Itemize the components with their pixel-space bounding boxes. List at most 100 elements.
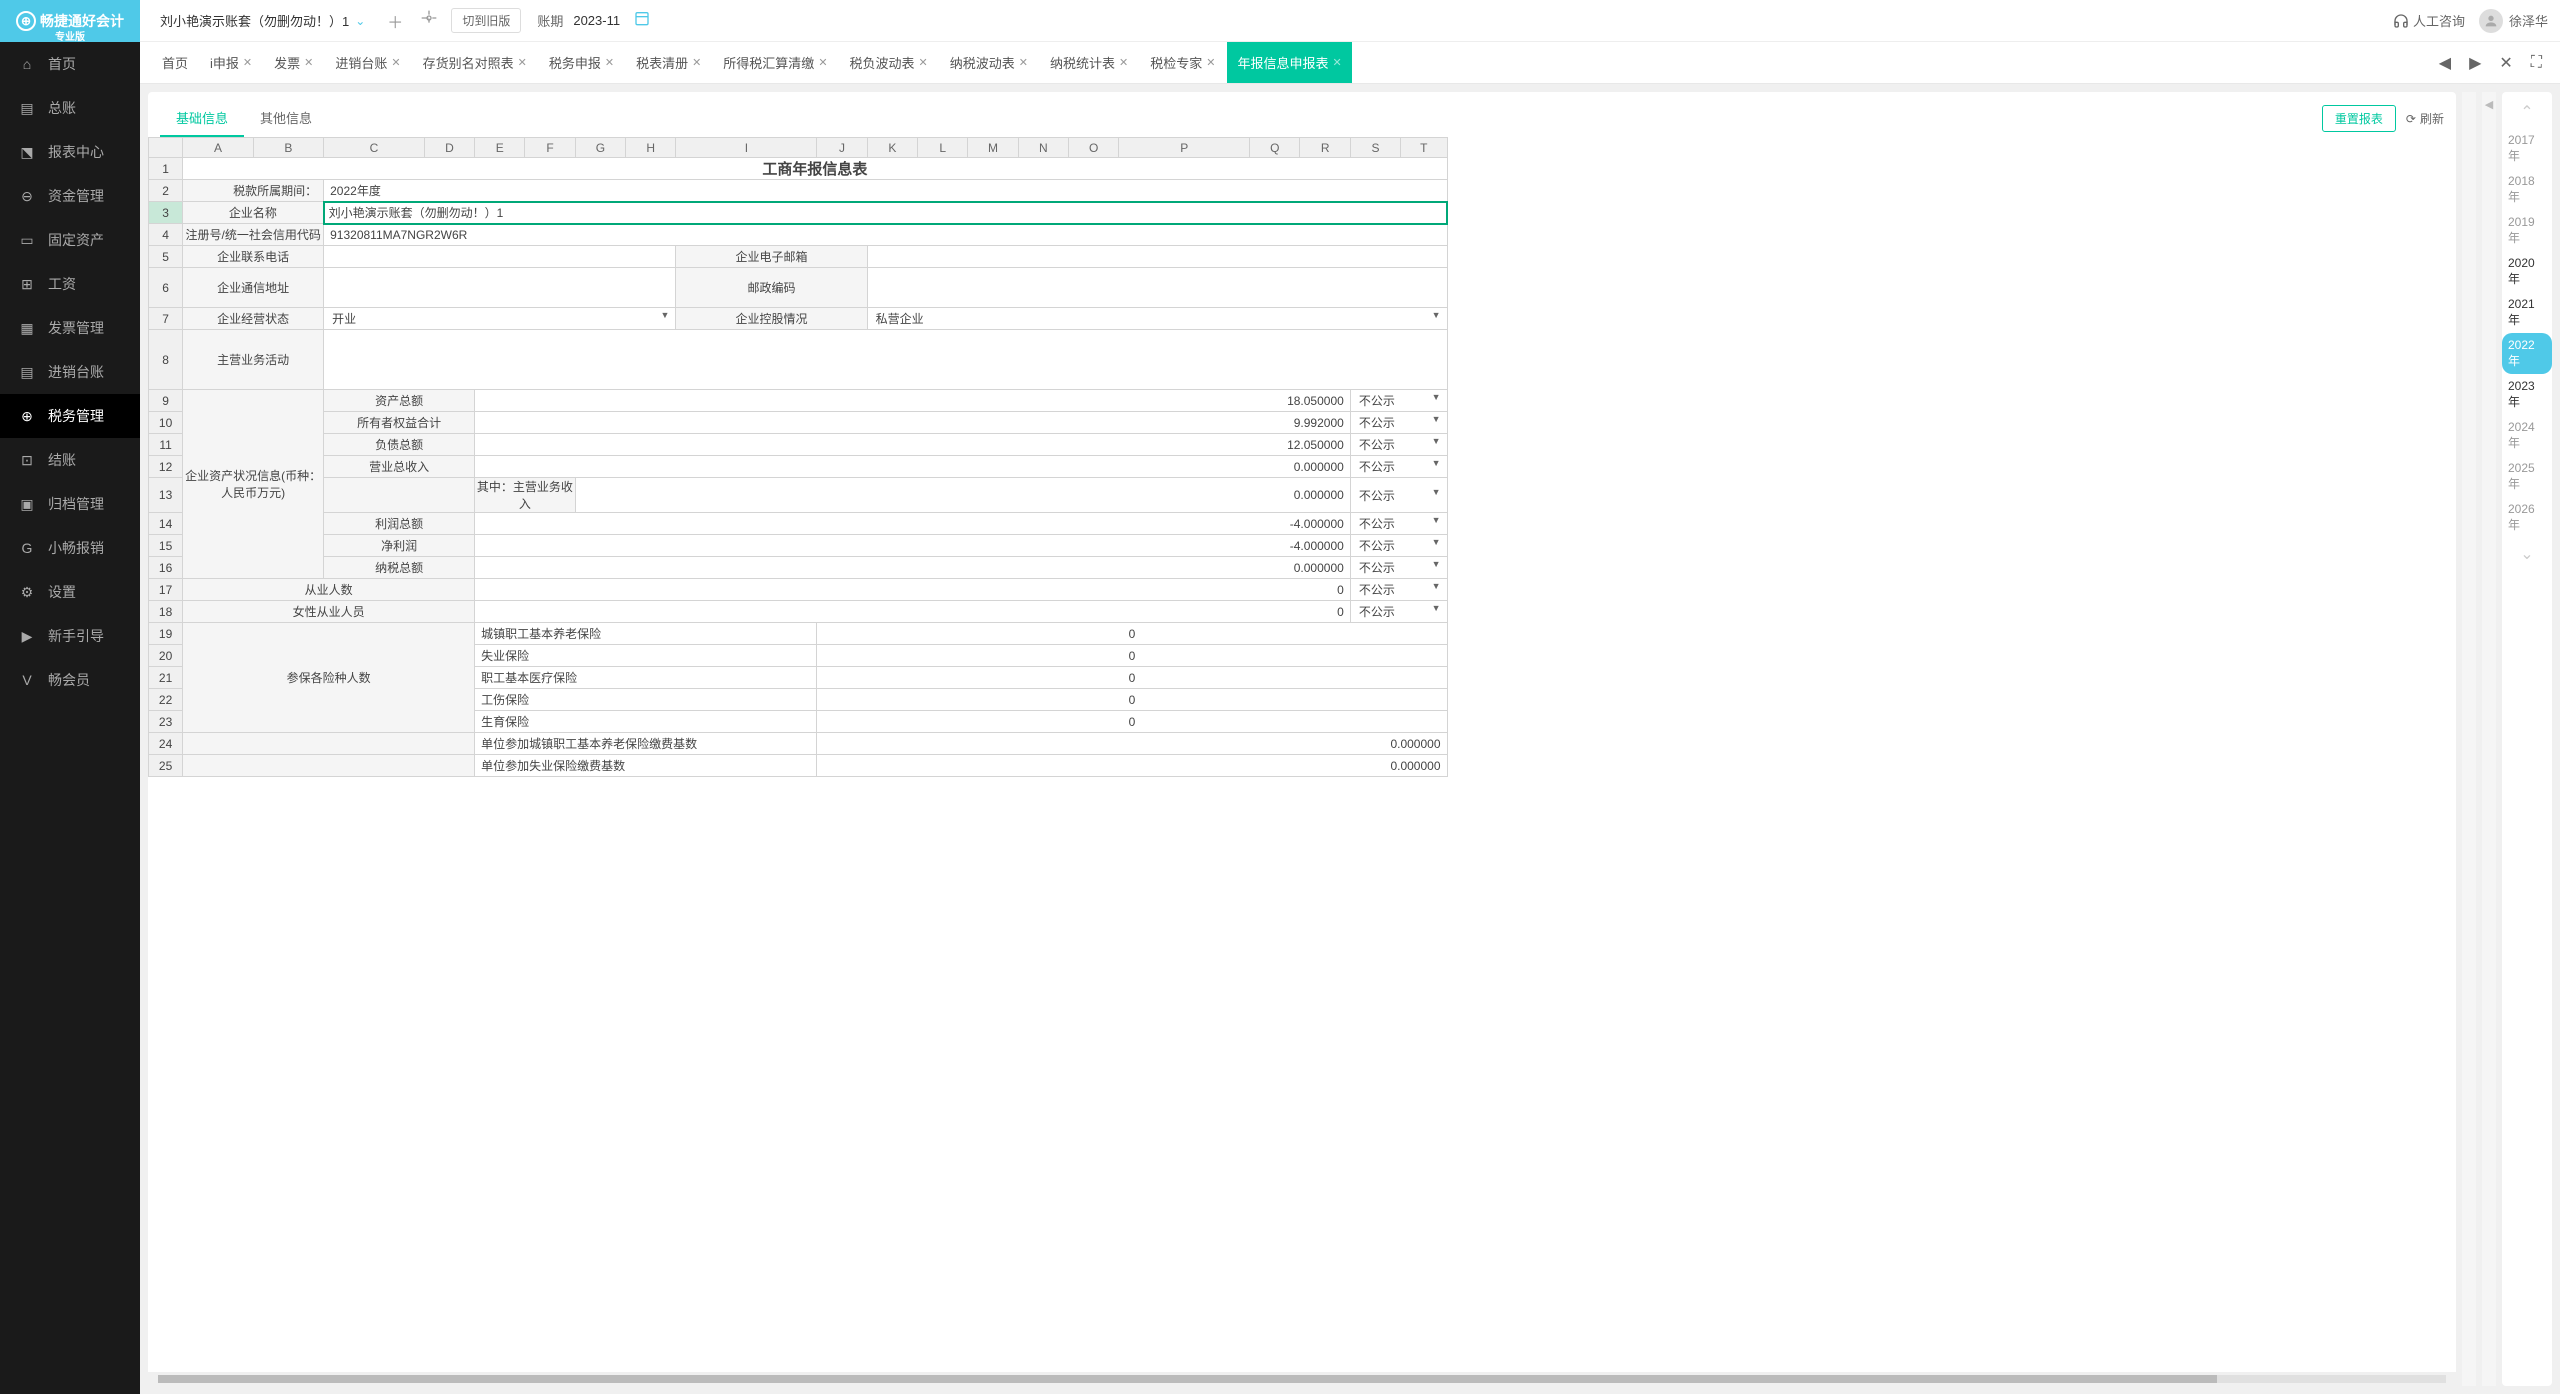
- row-header[interactable]: 12: [149, 456, 183, 478]
- year-item[interactable]: 2025年: [2502, 456, 2552, 497]
- year-item[interactable]: 2023年: [2502, 374, 2552, 415]
- data-cell[interactable]: 生育保险: [475, 711, 817, 733]
- sidebar-item-ledger[interactable]: ▤总账: [0, 86, 140, 130]
- data-cell[interactable]: [324, 330, 1447, 390]
- row-header[interactable]: 14: [149, 513, 183, 535]
- collapse-year-panel[interactable]: ◀: [2482, 92, 2496, 1386]
- sidebar-item-asset[interactable]: ▭固定资产: [0, 218, 140, 262]
- column-header[interactable]: J: [817, 138, 867, 158]
- old-version-button[interactable]: 切到旧版: [451, 8, 521, 33]
- data-cell[interactable]: 0.000000: [475, 456, 1351, 478]
- year-item[interactable]: 2024年: [2502, 415, 2552, 456]
- data-cell[interactable]: -4.000000: [475, 513, 1351, 535]
- tabs-next-button[interactable]: ▶: [2463, 49, 2487, 77]
- row-header[interactable]: 20: [149, 645, 183, 667]
- sidebar-item-invoice-mgmt[interactable]: ▦发票管理: [0, 306, 140, 350]
- row-header[interactable]: 11: [149, 434, 183, 456]
- year-item[interactable]: 2018年: [2502, 169, 2552, 210]
- year-item[interactable]: 2022年: [2502, 333, 2552, 374]
- sidebar-item-inventory[interactable]: ▤进销台账: [0, 350, 140, 394]
- data-cell[interactable]: [867, 246, 1447, 268]
- tab[interactable]: 年报信息申报表✕: [1227, 42, 1351, 84]
- data-cell[interactable]: 工伤保险: [475, 689, 817, 711]
- tab[interactable]: 纳税统计表✕: [1040, 42, 1138, 84]
- dropdown-cell[interactable]: 不公示: [1350, 412, 1447, 434]
- tab-close-icon[interactable]: ✕: [243, 56, 252, 69]
- year-down-button[interactable]: ⌄: [2518, 542, 2535, 566]
- column-header[interactable]: H: [626, 138, 676, 158]
- sidebar-item-home[interactable]: ⌂首页: [0, 42, 140, 86]
- tab[interactable]: 进销台账✕: [325, 42, 410, 84]
- year-item[interactable]: 2017年: [2502, 128, 2552, 169]
- data-cell[interactable]: 职工基本医疗保险: [475, 667, 817, 689]
- data-cell[interactable]: 0.000000: [817, 733, 1447, 755]
- row-header[interactable]: 9: [149, 390, 183, 412]
- dropdown-cell[interactable]: 开业: [324, 308, 676, 330]
- row-header[interactable]: 8: [149, 330, 183, 390]
- row-header[interactable]: 4: [149, 224, 183, 246]
- column-header[interactable]: T: [1401, 138, 1447, 158]
- dropdown-cell[interactable]: 不公示: [1350, 456, 1447, 478]
- period-value[interactable]: 2023-11: [573, 13, 620, 28]
- column-header[interactable]: L: [918, 138, 968, 158]
- dropdown-cell[interactable]: 不公示: [1350, 579, 1447, 601]
- data-cell[interactable]: 0: [817, 645, 1447, 667]
- column-header[interactable]: O: [1068, 138, 1118, 158]
- dropdown-cell[interactable]: 不公示: [1350, 557, 1447, 579]
- tab-close-icon[interactable]: ✕: [1119, 56, 1128, 69]
- column-header[interactable]: Q: [1250, 138, 1300, 158]
- row-header[interactable]: 17: [149, 579, 183, 601]
- tab[interactable]: 首页: [152, 42, 198, 84]
- dropdown-cell[interactable]: 不公示: [1350, 535, 1447, 557]
- row-header[interactable]: 25: [149, 755, 183, 777]
- tab-close-icon[interactable]: ✕: [391, 56, 400, 69]
- sidebar-item-vip[interactable]: V畅会员: [0, 658, 140, 702]
- dropdown-cell[interactable]: 不公示: [1350, 513, 1447, 535]
- tab-close-icon[interactable]: ✕: [304, 56, 313, 69]
- tab[interactable]: 税表清册✕: [626, 42, 711, 84]
- data-cell[interactable]: 0: [817, 689, 1447, 711]
- sidebar-item-reimburse[interactable]: G小畅报销: [0, 526, 140, 570]
- tabs-prev-button[interactable]: ◀: [2433, 49, 2457, 77]
- row-header[interactable]: 15: [149, 535, 183, 557]
- dropdown-cell[interactable]: 私营企业: [867, 308, 1447, 330]
- tab-close-icon[interactable]: ✕: [605, 56, 614, 69]
- tab[interactable]: 税务申报✕: [539, 42, 624, 84]
- horizontal-scrollbar[interactable]: [148, 1372, 2456, 1386]
- year-item[interactable]: 2026年: [2502, 497, 2552, 538]
- company-name-cell[interactable]: 刘小艳演示账套（勿删勿动！）1: [324, 202, 1447, 224]
- dropdown-cell[interactable]: 不公示: [1350, 478, 1447, 513]
- column-header[interactable]: P: [1119, 138, 1250, 158]
- sidebar-item-salary[interactable]: ⊞工资: [0, 262, 140, 306]
- sheet-title[interactable]: 工商年报信息表: [183, 158, 1447, 180]
- sidebar-item-report[interactable]: ⬔报表中心: [0, 130, 140, 174]
- data-cell[interactable]: 0: [817, 667, 1447, 689]
- dropdown-cell[interactable]: 不公示: [1350, 434, 1447, 456]
- tabs-close-all-button[interactable]: ✕: [2493, 49, 2518, 77]
- tab-close-icon[interactable]: ✕: [1206, 56, 1215, 69]
- tab-close-icon[interactable]: ✕: [818, 56, 827, 69]
- fullscreen-button[interactable]: ⛶: [2525, 50, 2548, 76]
- column-header[interactable]: C: [324, 138, 425, 158]
- tab-close-icon[interactable]: ✕: [518, 56, 527, 69]
- data-cell[interactable]: 91320811MA7NGR2W6R: [324, 224, 1447, 246]
- tab-close-icon[interactable]: ✕: [1332, 56, 1341, 69]
- calendar-icon[interactable]: [630, 6, 654, 35]
- data-cell[interactable]: 单位参加城镇职工基本养老保险缴费基数: [475, 733, 817, 755]
- row-header[interactable]: 3: [149, 202, 183, 224]
- data-cell[interactable]: 9.992000: [475, 412, 1351, 434]
- row-header[interactable]: 21: [149, 667, 183, 689]
- year-item[interactable]: 2020年: [2502, 251, 2552, 292]
- sidebar-item-fund[interactable]: ⊖资金管理: [0, 174, 140, 218]
- row-header[interactable]: 22: [149, 689, 183, 711]
- data-cell[interactable]: 0.000000: [575, 478, 1350, 513]
- data-cell[interactable]: -4.000000: [475, 535, 1351, 557]
- column-header[interactable]: A: [183, 138, 253, 158]
- data-cell[interactable]: 2022年度: [324, 180, 1447, 202]
- year-item[interactable]: 2021年: [2502, 292, 2552, 333]
- data-cell[interactable]: 失业保险: [475, 645, 817, 667]
- sidebar-item-close-books[interactable]: ⊡结账: [0, 438, 140, 482]
- refresh-button[interactable]: ⟳ 刷新: [2406, 110, 2444, 127]
- row-header[interactable]: 18: [149, 601, 183, 623]
- column-header[interactable]: F: [525, 138, 575, 158]
